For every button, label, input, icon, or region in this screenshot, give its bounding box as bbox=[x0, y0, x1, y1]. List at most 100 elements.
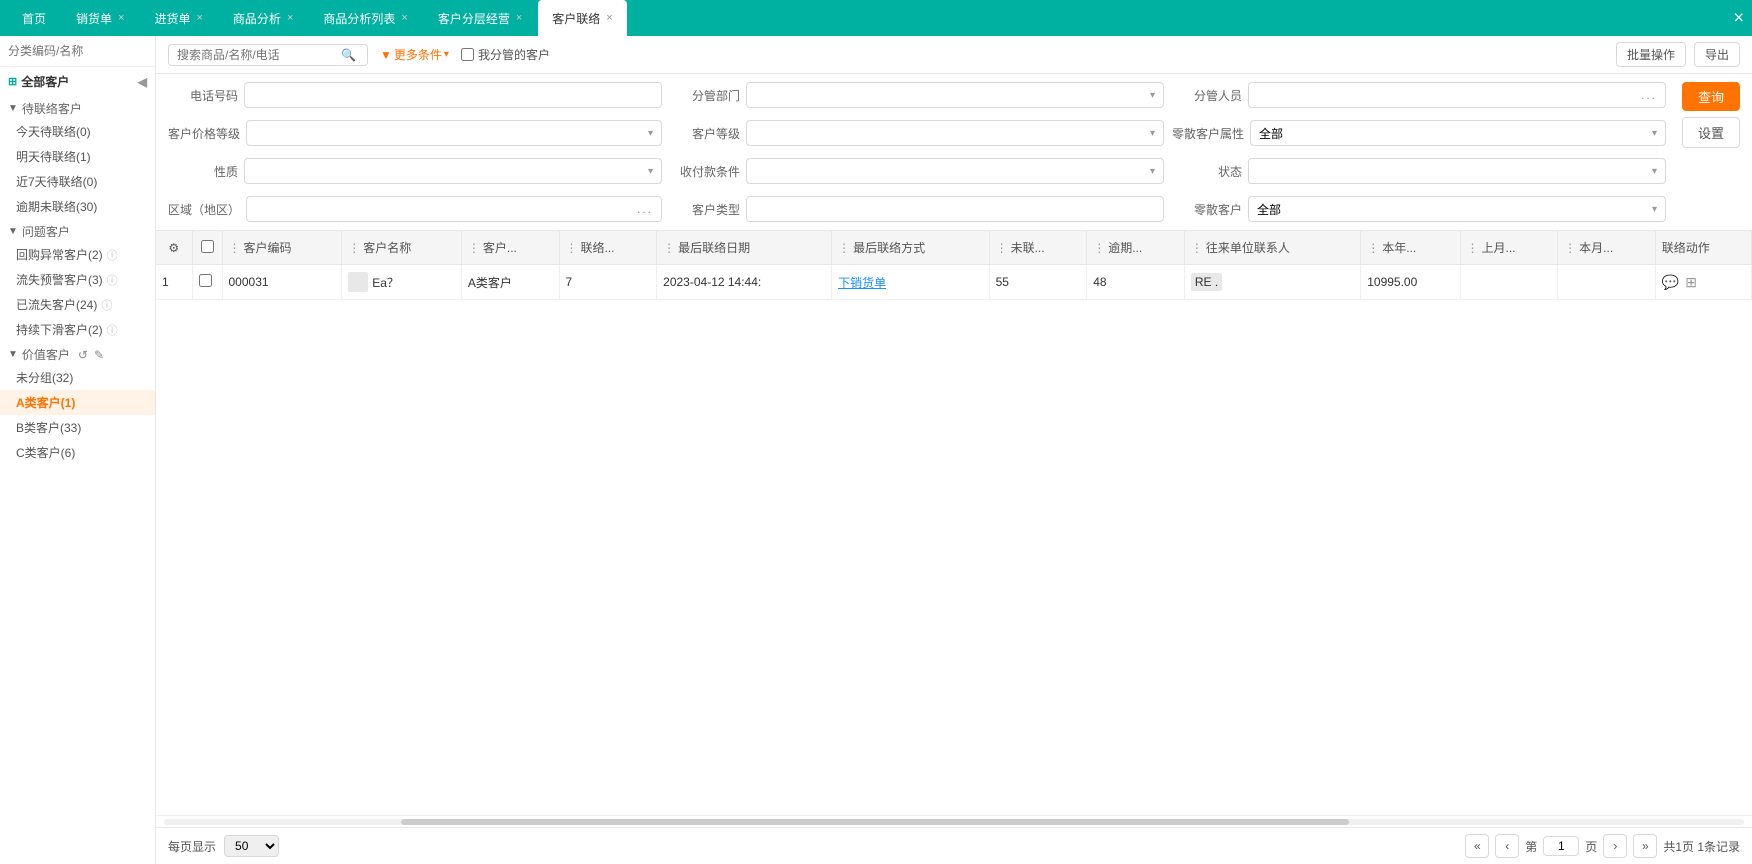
page-size-select[interactable]: 50 100 200 bbox=[224, 835, 279, 857]
first-page-button[interactable]: « bbox=[1465, 834, 1489, 858]
select-all-checkbox[interactable] bbox=[201, 240, 214, 253]
sidebar-item-c-class[interactable]: C类客户(6) bbox=[0, 440, 155, 465]
collapse-icon[interactable]: ◀ bbox=[138, 75, 147, 89]
tab-customer-segment[interactable]: 客户分层经营 × bbox=[424, 0, 536, 36]
sidebar-item-repurchase-abnormal[interactable]: 回购异常客户(2) ⓘ bbox=[0, 242, 155, 267]
prev-page-button[interactable]: ‹ bbox=[1495, 834, 1519, 858]
batch-operation-button[interactable]: 批量操作 bbox=[1616, 42, 1686, 67]
advanced-filters: 电话号码 分管部门 ▾ 分管人员 ... bbox=[156, 74, 1752, 231]
filter-input-customer-type[interactable] bbox=[746, 196, 1164, 222]
filter-label-price-level: 客户价格等级 bbox=[168, 125, 240, 142]
cell-biz-contact: RE . bbox=[1184, 265, 1360, 300]
pagination-left: 每页显示 50 100 200 bbox=[168, 835, 279, 857]
chevron-down-icon: ▾ bbox=[1150, 166, 1155, 177]
filter-label-status: 状态 bbox=[1172, 163, 1242, 180]
tab-product-analysis[interactable]: 商品分析 × bbox=[219, 0, 307, 36]
refresh-icon[interactable]: ↺ bbox=[78, 348, 88, 362]
tab-home[interactable]: 首页 bbox=[8, 0, 60, 36]
edit-icon[interactable]: ✎ bbox=[94, 348, 104, 362]
next-page-button[interactable]: › bbox=[1603, 834, 1627, 858]
filter-select-customer-level[interactable]: ▾ bbox=[746, 120, 1164, 146]
filter-field-phone: 电话号码 bbox=[168, 82, 662, 108]
sidebar-group-value[interactable]: ▼ 价值客户 ↺ ✎ bbox=[0, 342, 155, 365]
th-gear[interactable]: ⚙ bbox=[156, 231, 192, 265]
query-buttons-area: 查询 设置 bbox=[1674, 82, 1740, 148]
data-table: ⚙ ⋮客户编码 ⋮客户名称 ⋮客户... ⋮联络... ⋮最后联络日期 ⋮最后联… bbox=[156, 231, 1752, 300]
close-icon[interactable]: × bbox=[196, 12, 202, 24]
sidebar-group-pending[interactable]: ▼ 待联络客户 bbox=[0, 96, 155, 119]
filter-select-price-level[interactable]: ▾ bbox=[246, 120, 662, 146]
cell-no-contact: 55 bbox=[989, 265, 1087, 300]
table-header-row: ⚙ ⋮客户编码 ⋮客户名称 ⋮客户... ⋮联络... ⋮最后联络日期 ⋮最后联… bbox=[156, 231, 1752, 265]
sidebar-item-tomorrow[interactable]: 明天待联络(1) bbox=[0, 144, 155, 169]
chat-icon[interactable]: 💬 bbox=[1662, 274, 1679, 291]
grid-icon[interactable]: ⊞ bbox=[1685, 274, 1697, 291]
main-layout: 🔍 ⊞ 全部客户 ◀ ▼ 待联络客户 今天待联络(0) 明天待联络(1) 近7天… bbox=[0, 36, 1752, 864]
sidebar-item-churn-warning[interactable]: 流失预警客户(3) ⓘ bbox=[0, 267, 155, 292]
cell-actions: 💬 ⊞ bbox=[1655, 265, 1751, 300]
filter-select-retail[interactable]: 全部▾ bbox=[1248, 196, 1666, 222]
search-input[interactable] bbox=[177, 48, 337, 62]
row-checkbox[interactable] bbox=[199, 274, 212, 287]
page-number-input[interactable] bbox=[1543, 836, 1579, 856]
sidebar-item-overdue[interactable]: 逾期未联络(30) bbox=[0, 194, 155, 219]
filter-select-payment[interactable]: ▾ bbox=[746, 158, 1164, 184]
filter-label-phone: 电话号码 bbox=[168, 87, 238, 104]
filter-select-region[interactable]: ... bbox=[246, 196, 662, 222]
close-icon[interactable]: × bbox=[516, 12, 522, 24]
th-contact-count: ⋮联络... bbox=[559, 231, 657, 265]
tab-product-analysis-list[interactable]: 商品分析列表 × bbox=[309, 0, 421, 36]
more-filters-btn[interactable]: ▼ 更多条件 ▾ bbox=[380, 46, 449, 63]
filter-field-region: 区域（地区） ... bbox=[168, 196, 662, 222]
setting-button[interactable]: 设置 bbox=[1682, 117, 1740, 148]
cell-overdue: 48 bbox=[1087, 265, 1185, 300]
sidebar-item-b-class[interactable]: B类客户(33) bbox=[0, 415, 155, 440]
cell-level: A类客户 bbox=[461, 265, 559, 300]
filter-row-2: 客户价格等级 ▾ 客户等级 ▾ 零散客户属性 bbox=[168, 120, 1666, 146]
sidebar-all-customers[interactable]: ⊞ 全部客户 ◀ bbox=[0, 67, 155, 96]
search-icon[interactable]: 🔍 bbox=[341, 48, 356, 62]
cell-check[interactable] bbox=[192, 265, 222, 300]
sidebar-item-declining[interactable]: 持续下滑客户(2) ⓘ bbox=[0, 317, 155, 342]
close-icon[interactable]: × bbox=[401, 12, 407, 24]
sidebar-item-today[interactable]: 今天待联络(0) bbox=[0, 119, 155, 144]
close-icon[interactable]: × bbox=[606, 12, 612, 24]
last-method-link[interactable]: 下销货单 bbox=[838, 276, 886, 290]
close-window-icon[interactable]: × bbox=[1733, 8, 1744, 29]
sidebar-item-week[interactable]: 近7天待联络(0) bbox=[0, 169, 155, 194]
th-last-month: ⋮上月... bbox=[1460, 231, 1558, 265]
query-button[interactable]: 查询 bbox=[1682, 82, 1740, 111]
tab-sales-order[interactable]: 销货单 × bbox=[62, 0, 138, 36]
chevron-down-icon: ▾ bbox=[1652, 128, 1657, 139]
filter-input-phone[interactable] bbox=[244, 82, 662, 108]
filter-select-nature[interactable]: ▾ bbox=[244, 158, 662, 184]
filter-select-manager[interactable]: ... bbox=[1248, 82, 1666, 108]
my-customers-checkbox[interactable]: 我分管的客户 bbox=[461, 46, 550, 63]
th-biz-contact: ⋮往来单位联系人 bbox=[1184, 231, 1360, 265]
last-page-button[interactable]: » bbox=[1633, 834, 1657, 858]
tab-purchase-order[interactable]: 进货单 × bbox=[140, 0, 216, 36]
filter-label-payment: 收付款条件 bbox=[670, 163, 740, 180]
cell-contact-count: 7 bbox=[559, 265, 657, 300]
sidebar-item-a-class[interactable]: A类客户(1) bbox=[0, 390, 155, 415]
tab-customer-contact[interactable]: 客户联络 × bbox=[538, 0, 626, 36]
sidebar-search-input[interactable] bbox=[8, 44, 156, 58]
sidebar-item-unclassified[interactable]: 未分组(32) bbox=[0, 365, 155, 390]
table-row: 1 000031 Ea？ A类客户 7 2023-04-12 14:44: bbox=[156, 265, 1752, 300]
filter-icon: ▼ bbox=[380, 48, 392, 62]
filter-select-retail-attr[interactable]: 全部▾ bbox=[1250, 120, 1666, 146]
chevron-down-icon: ▾ bbox=[648, 128, 653, 139]
close-icon[interactable]: × bbox=[118, 12, 124, 24]
sidebar-item-churned[interactable]: 已流失客户(24) ⓘ bbox=[0, 292, 155, 317]
filter-field-nature: 性质 ▾ bbox=[168, 158, 662, 184]
filter-label-manager: 分管人员 bbox=[1172, 87, 1242, 104]
sidebar-group-problem[interactable]: ▼ 问题客户 bbox=[0, 219, 155, 242]
chevron-down-icon: ▾ bbox=[444, 49, 449, 60]
filter-select-dept[interactable]: ▾ bbox=[746, 82, 1164, 108]
th-check[interactable] bbox=[192, 231, 222, 265]
my-customers-check[interactable] bbox=[461, 48, 474, 61]
th-customer-code: ⋮客户编码 bbox=[222, 231, 342, 265]
close-icon[interactable]: × bbox=[287, 12, 293, 24]
filter-select-status[interactable]: ▾ bbox=[1248, 158, 1666, 184]
export-button[interactable]: 导出 bbox=[1694, 42, 1740, 67]
